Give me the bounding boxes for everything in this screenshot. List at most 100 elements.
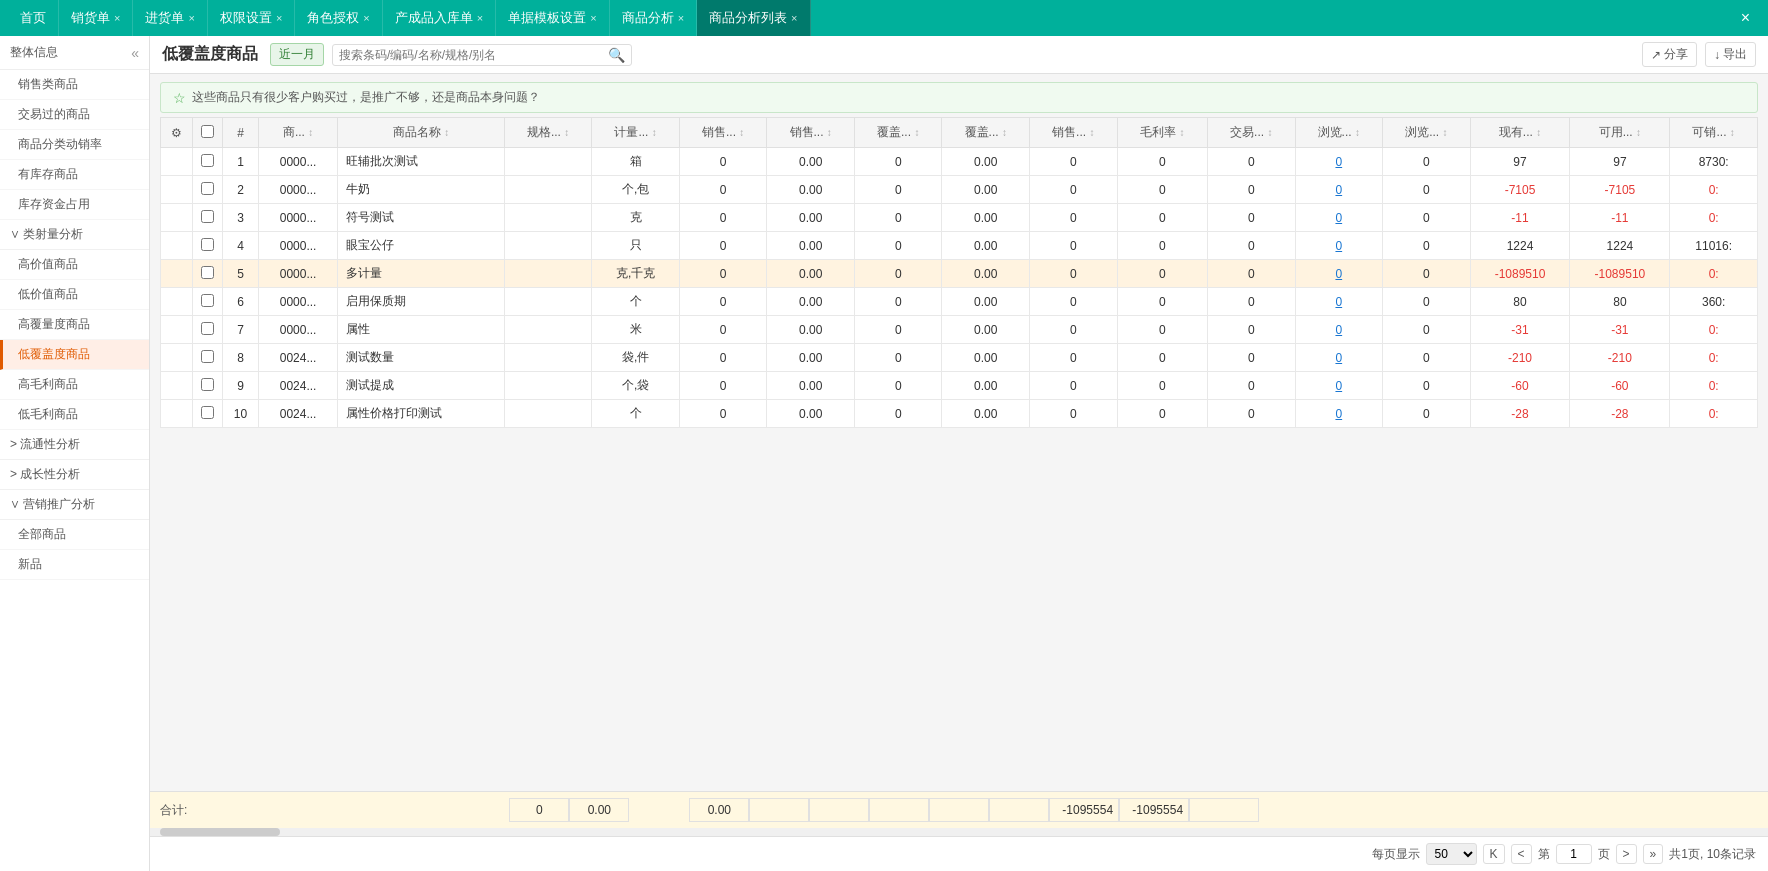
cell-browse1[interactable]: 0 [1295, 204, 1383, 232]
col-spec[interactable]: 规格... ↕ [504, 118, 592, 148]
cell-gear [161, 316, 193, 344]
cell-sales1: 0 [679, 288, 767, 316]
footer-sales1: 0 [509, 798, 569, 822]
col-sales3[interactable]: 销售... ↕ [1030, 118, 1118, 148]
cell-sales2: 0.00 [767, 204, 855, 232]
first-page-button[interactable]: K [1483, 844, 1505, 864]
sidebar-item-high-coverage[interactable]: 高覆量度商品 [0, 310, 149, 340]
row-checkbox[interactable] [201, 210, 214, 223]
col-gross[interactable]: 毛利率 ↕ [1117, 118, 1207, 148]
sidebar-item-traded-goods[interactable]: 交易过的商品 [0, 100, 149, 130]
prev-page-button[interactable]: < [1511, 844, 1532, 864]
cell-browse1[interactable]: 0 [1295, 148, 1383, 176]
cell-gross: 0 [1117, 372, 1207, 400]
row-checkbox[interactable] [201, 406, 214, 419]
search-input[interactable] [339, 48, 608, 62]
cell-checkbox [193, 344, 223, 372]
col-saleable[interactable]: 可销... ↕ [1670, 118, 1758, 148]
export-button[interactable]: ↓ 导出 [1705, 42, 1756, 67]
cell-browse1[interactable]: 0 [1295, 316, 1383, 344]
sidebar-item-high-margin[interactable]: 高毛利商品 [0, 370, 149, 400]
nav-template-settings[interactable]: 单据模板设置 × [496, 0, 609, 36]
nav-product-analysis[interactable]: 商品分析 × [610, 0, 697, 36]
col-current[interactable]: 现有... ↕ [1470, 118, 1570, 148]
cell-checkbox [193, 204, 223, 232]
filter-period-button[interactable]: 近一月 [270, 43, 324, 66]
col-unit[interactable]: 计量... ↕ [592, 118, 680, 148]
sidebar-item-stock-capital[interactable]: 库存资金占用 [0, 190, 149, 220]
col-available[interactable]: 可用... ↕ [1570, 118, 1670, 148]
sidebar-item-sales-goods[interactable]: 销售类商品 [0, 70, 149, 100]
sidebar-section-marketing[interactable]: ∨ 营销推广分析 [0, 490, 149, 520]
col-cover2[interactable]: 覆盖... ↕ [942, 118, 1030, 148]
nav-role-auth[interactable]: 角色授权 × [295, 0, 382, 36]
sidebar-section-growth[interactable]: > 成长性分析 [0, 460, 149, 490]
page-size-select[interactable]: 50 100 200 [1426, 843, 1477, 865]
nav-close-role-auth[interactable]: × [363, 12, 369, 24]
col-sales1[interactable]: 销售... ↕ [679, 118, 767, 148]
table-row: 3 0000... 符号测试 克 0 0.00 0 0.00 0 0 0 0 0… [161, 204, 1758, 232]
sidebar-collapse-button[interactable]: « [131, 45, 139, 61]
col-browse1[interactable]: 浏览... ↕ [1295, 118, 1383, 148]
nav-product-entry[interactable]: 产成品入库单 × [383, 0, 496, 36]
close-all-tabs-button[interactable]: × [1731, 0, 1760, 36]
sidebar-item-new-goods[interactable]: 新品 [0, 550, 149, 580]
table-body: 1 0000... 旺辅批次测试 箱 0 0.00 0 0.00 0 0 0 0… [161, 148, 1758, 428]
row-checkbox[interactable] [201, 322, 214, 335]
cell-browse1[interactable]: 0 [1295, 344, 1383, 372]
nav-close-product-analysis[interactable]: × [678, 12, 684, 24]
col-code[interactable]: 商... ↕ [259, 118, 338, 148]
nav-close-template-settings[interactable]: × [590, 12, 596, 24]
sidebar-section-category-analysis[interactable]: ∨ 类射量分析 [0, 220, 149, 250]
cell-num: 5 [223, 260, 259, 288]
row-checkbox[interactable] [201, 182, 214, 195]
nav-product-analysis-list[interactable]: 商品分析列表 × [697, 0, 810, 36]
sidebar-item-instock-goods[interactable]: 有库存商品 [0, 160, 149, 190]
col-cover1[interactable]: 覆盖... ↕ [854, 118, 942, 148]
nav-close-product-analysis-list[interactable]: × [791, 12, 797, 24]
row-checkbox[interactable] [201, 378, 214, 391]
cell-saleable: 0: [1670, 176, 1758, 204]
cell-browse1[interactable]: 0 [1295, 372, 1383, 400]
cell-browse1[interactable]: 0 [1295, 176, 1383, 204]
nav-close-permission[interactable]: × [276, 12, 282, 24]
search-icon[interactable]: 🔍 [608, 47, 625, 63]
row-checkbox[interactable] [201, 154, 214, 167]
nav-permission[interactable]: 权限设置 × [208, 0, 295, 36]
page-input[interactable] [1556, 844, 1592, 864]
nav-purchase-order[interactable]: 进货单 × [133, 0, 207, 36]
row-checkbox[interactable] [201, 350, 214, 363]
nav-close-sales-order[interactable]: × [114, 12, 120, 24]
sidebar-item-all-goods[interactable]: 全部商品 [0, 520, 149, 550]
cell-spec [504, 316, 592, 344]
nav-home[interactable]: 首页 [8, 0, 59, 36]
cell-name: 符号测试 [338, 204, 505, 232]
col-browse2[interactable]: 浏览... ↕ [1383, 118, 1471, 148]
col-settings[interactable]: ⚙ [161, 118, 193, 148]
row-checkbox[interactable] [201, 294, 214, 307]
col-trade[interactable]: 交易... ↕ [1208, 118, 1296, 148]
cell-browse1[interactable]: 0 [1295, 288, 1383, 316]
share-button[interactable]: ↗ 分享 [1642, 42, 1697, 67]
cell-browse1[interactable]: 0 [1295, 232, 1383, 260]
nav-sales-order[interactable]: 销货单 × [59, 0, 133, 36]
row-checkbox[interactable] [201, 266, 214, 279]
col-name[interactable]: 商品名称 ↕ [338, 118, 505, 148]
sidebar-item-category-turnover[interactable]: 商品分类动销率 [0, 130, 149, 160]
sidebar-item-low-coverage[interactable]: 低覆盖度商品 [0, 340, 149, 370]
cell-browse1[interactable]: 0 [1295, 400, 1383, 428]
next-page-button[interactable]: > [1616, 844, 1637, 864]
sidebar-item-low-value[interactable]: 低价值商品 [0, 280, 149, 310]
sidebar-item-low-margin[interactable]: 低毛利商品 [0, 400, 149, 430]
horizontal-scrollbar[interactable] [150, 828, 1768, 836]
col-sales2[interactable]: 销售... ↕ [767, 118, 855, 148]
nav-close-product-entry[interactable]: × [477, 12, 483, 24]
cell-name: 多计量 [338, 260, 505, 288]
last-page-button[interactable]: » [1643, 844, 1664, 864]
row-checkbox[interactable] [201, 238, 214, 251]
nav-close-purchase-order[interactable]: × [188, 12, 194, 24]
sidebar-section-liquidity[interactable]: > 流通性分析 [0, 430, 149, 460]
select-all-checkbox[interactable] [201, 125, 214, 138]
cell-browse1[interactable]: 0 [1295, 260, 1383, 288]
sidebar-item-high-value[interactable]: 高价值商品 [0, 250, 149, 280]
